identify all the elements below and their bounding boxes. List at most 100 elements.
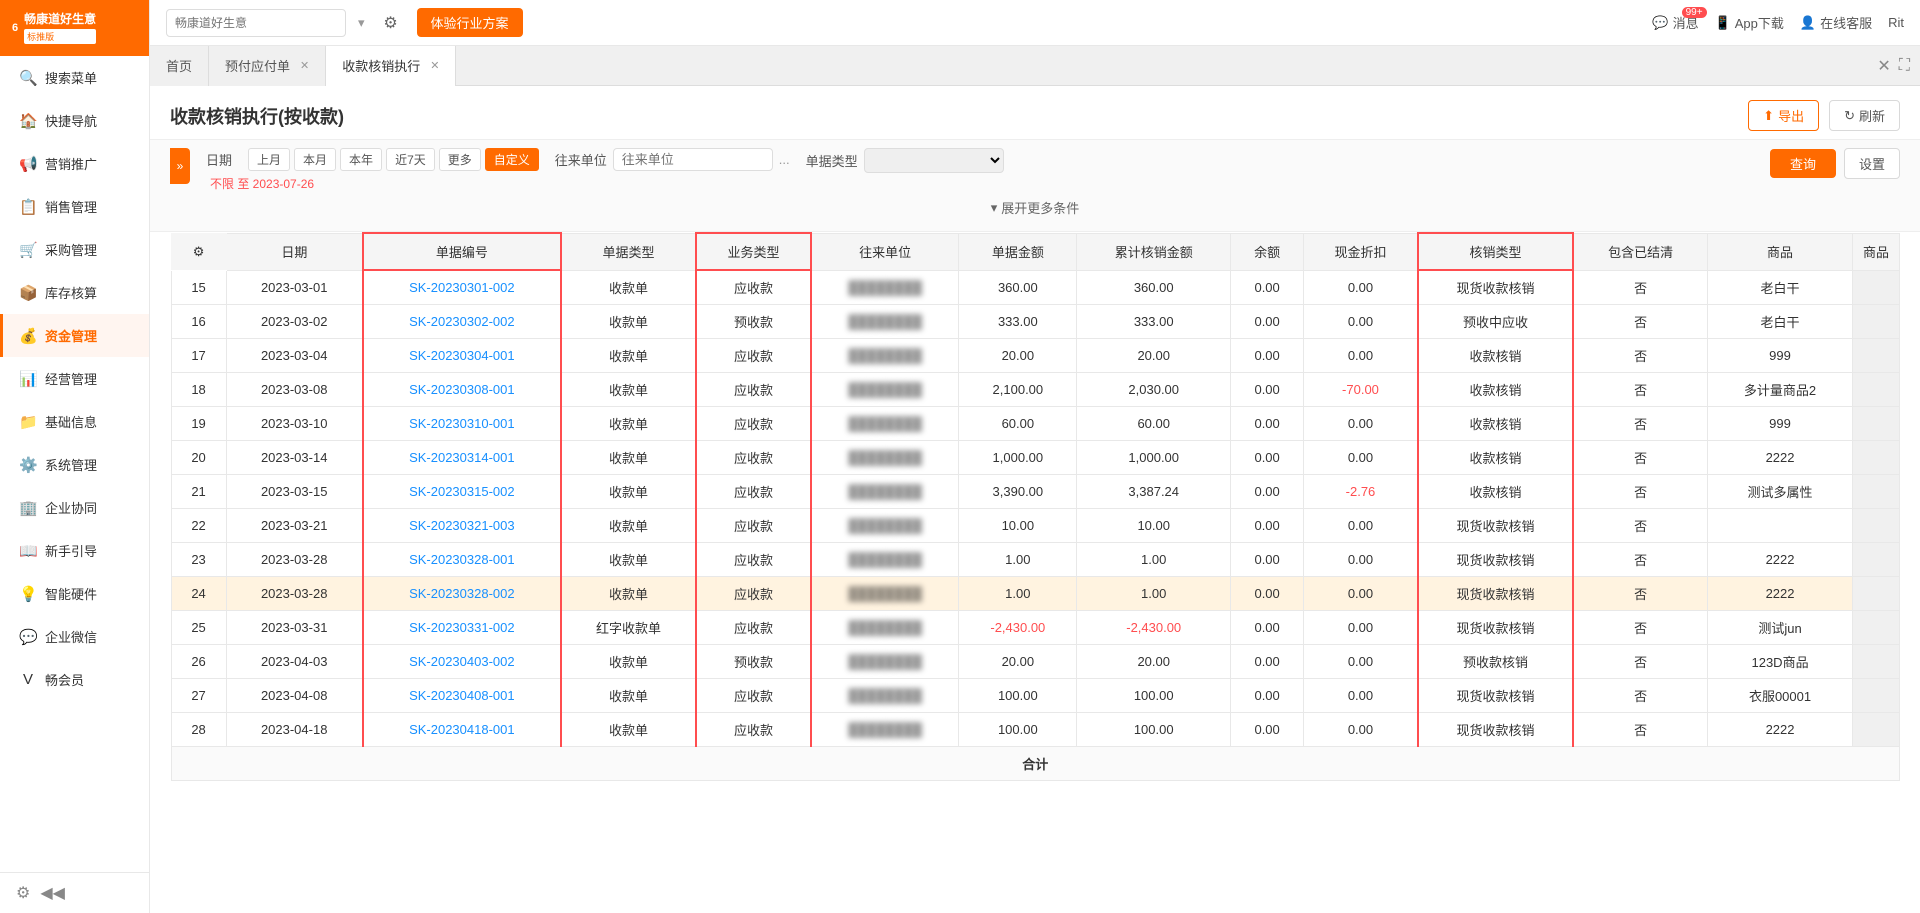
bill-type-select[interactable] <box>864 148 1004 173</box>
online-service-btn[interactable]: 👤 在线客服 <box>1800 13 1872 32</box>
sidebar-item-wechat[interactable]: 💬企业微信 <box>0 615 149 658</box>
expand-more-conditions[interactable]: ▾ 展开更多条件 <box>170 192 1900 223</box>
user-name[interactable]: Rit <box>1888 15 1904 30</box>
row-goods: 测试jun <box>1708 611 1853 645</box>
tab-home[interactable]: 首页 <box>150 46 209 86</box>
row-cumulative: 3,387.24 <box>1077 475 1231 509</box>
table-row: 15 2023-03-01 SK-20230301-002 收款单 应收款 ██… <box>171 270 1900 305</box>
row-include-settled: 否 <box>1573 441 1707 475</box>
row-goods-thumb <box>1852 577 1899 611</box>
row-date: 2023-03-31 <box>226 611 363 645</box>
row-index: 20 <box>171 441 226 475</box>
bill-no-link[interactable]: SK-20230308-001 <box>409 382 515 397</box>
sidebar-item-basic[interactable]: 📁基础信息 <box>0 400 149 443</box>
bill-no-link[interactable]: SK-20230310-001 <box>409 416 515 431</box>
message-btn[interactable]: 💬 消息 99+ <box>1652 13 1698 32</box>
row-index: 24 <box>171 577 226 611</box>
topbar: ▾ ⚙ 体验行业方案 💬 消息 99+ 📱 App下载 👤 在线客服 Rit <box>150 0 1920 46</box>
app-download-btn[interactable]: 📱 App下载 <box>1715 13 1784 32</box>
solution-button[interactable]: 体验行业方案 <box>417 8 523 37</box>
row-bill-amount: 100.00 <box>959 713 1077 747</box>
sidebar-item-hardware[interactable]: 💡智能硬件 <box>0 572 149 615</box>
row-index: 28 <box>171 713 226 747</box>
sidebar-item-quicknav[interactable]: 🏠快捷导航 <box>0 99 149 142</box>
bill-no-link[interactable]: SK-20230331-002 <box>409 620 515 635</box>
bill-no-link[interactable]: SK-20230321-003 <box>409 518 515 533</box>
tab-close-collection[interactable]: ✕ <box>430 59 439 72</box>
row-goods: 999 <box>1708 339 1853 373</box>
bill-no-link[interactable]: SK-20230403-002 <box>409 654 515 669</box>
row-goods-thumb <box>1852 441 1899 475</box>
sidebar-item-system[interactable]: ⚙️系统管理 <box>0 443 149 486</box>
topbar-search-input[interactable] <box>166 9 346 37</box>
row-index: 27 <box>171 679 226 713</box>
sidebar-item-marketing[interactable]: 📢营销推广 <box>0 142 149 185</box>
query-button[interactable]: 查询 <box>1770 149 1836 178</box>
bill-no-link[interactable]: SK-20230408-001 <box>409 688 515 703</box>
last-month-btn[interactable]: 上月 <box>248 148 290 171</box>
bill-no-link[interactable]: SK-20230328-001 <box>409 552 515 567</box>
partner-label: 往来单位 <box>555 150 607 169</box>
sidebar-item-inventory[interactable]: 📦库存核算 <box>0 271 149 314</box>
tab-close-prepay[interactable]: ✕ <box>300 59 309 72</box>
dropdown-icon[interactable]: ▾ <box>358 15 365 31</box>
partner-more-icon[interactable]: ... <box>779 152 790 167</box>
expand-window-icon[interactable]: ⛶ <box>1899 57 1910 75</box>
row-cash-discount: 0.00 <box>1304 679 1418 713</box>
export-icon: ⬆ <box>1763 108 1774 124</box>
bill-no-link[interactable]: SK-20230315-002 <box>409 484 515 499</box>
col-settings[interactable]: ⚙ <box>171 233 226 270</box>
col-bill-no: 单据编号 <box>363 233 561 270</box>
bill-no-link[interactable]: SK-20230301-002 <box>409 280 515 295</box>
row-bill-amount: 1.00 <box>959 543 1077 577</box>
bill-no-link[interactable]: SK-20230418-001 <box>409 722 515 737</box>
setting-button[interactable]: 设置 <box>1844 148 1900 179</box>
sidebar-item-finance[interactable]: 💰资金管理 <box>0 314 149 357</box>
sidebar-item-purchase[interactable]: 🛒采购管理 <box>0 228 149 271</box>
bill-no-link[interactable]: SK-20230304-001 <box>409 348 515 363</box>
gear-icon[interactable]: ⚙ <box>377 9 405 37</box>
collapse-icon[interactable]: ◀◀ <box>40 883 65 903</box>
operations-icon: 📊 <box>19 370 37 388</box>
row-biz-type: 应收款 <box>696 679 811 713</box>
bill-no-link[interactable]: SK-20230328-002 <box>409 586 515 601</box>
col-balance: 余额 <box>1231 233 1304 270</box>
row-goods-thumb <box>1852 611 1899 645</box>
bill-no-link[interactable]: SK-20230302-002 <box>409 314 515 329</box>
sidebar-item-guide[interactable]: 📖新手引导 <box>0 529 149 572</box>
sidebar-item-operations[interactable]: 📊经营管理 <box>0 357 149 400</box>
sidebar-item-sales[interactable]: 📋销售管理 <box>0 185 149 228</box>
row-balance: 0.00 <box>1231 270 1304 305</box>
row-bill-no: SK-20230328-001 <box>363 543 561 577</box>
close-window-icon[interactable]: ✕ <box>1877 56 1890 76</box>
more-date-btn[interactable]: 更多 <box>439 148 481 171</box>
tabbar: 首页预付应付单✕收款核销执行✕ ✕ ⛶ <box>150 46 1920 86</box>
bill-no-link[interactable]: SK-20230314-001 <box>409 450 515 465</box>
sidebar-item-member[interactable]: V畅会员 <box>0 658 149 701</box>
refresh-button[interactable]: ↻ 刷新 <box>1829 100 1900 131</box>
sidebar-label-purchase: 采购管理 <box>45 240 97 259</box>
row-goods <box>1708 509 1853 543</box>
sidebar-item-search[interactable]: 🔍搜索菜单 <box>0 56 149 99</box>
quicknav-icon: 🏠 <box>19 112 37 130</box>
tab-prepay[interactable]: 预付应付单✕ <box>209 46 326 86</box>
custom-date-btn[interactable]: 自定义 <box>485 148 539 171</box>
table-row: 19 2023-03-10 SK-20230310-001 收款单 应收款 ██… <box>171 407 1900 441</box>
row-goods-thumb <box>1852 645 1899 679</box>
this-month-btn[interactable]: 本月 <box>294 148 336 171</box>
sidebar-item-enterprise[interactable]: 🏢企业协同 <box>0 486 149 529</box>
row-include-settled: 否 <box>1573 543 1707 577</box>
settings-icon[interactable]: ⚙ <box>16 883 30 903</box>
row-include-settled: 否 <box>1573 577 1707 611</box>
row-balance: 0.00 <box>1231 373 1304 407</box>
row-bill-no: SK-20230310-001 <box>363 407 561 441</box>
row-include-settled: 否 <box>1573 713 1707 747</box>
this-year-btn[interactable]: 本年 <box>340 148 382 171</box>
row-bill-type: 收款单 <box>561 475 696 509</box>
last-7-days-btn[interactable]: 近7天 <box>386 148 435 171</box>
filter-collapse-btn[interactable]: » <box>170 148 190 184</box>
finance-icon: 💰 <box>19 327 37 345</box>
export-button[interactable]: ⬆ 导出 <box>1748 100 1819 131</box>
partner-input[interactable] <box>613 148 773 171</box>
tab-collection[interactable]: 收款核销执行✕ <box>326 46 456 86</box>
